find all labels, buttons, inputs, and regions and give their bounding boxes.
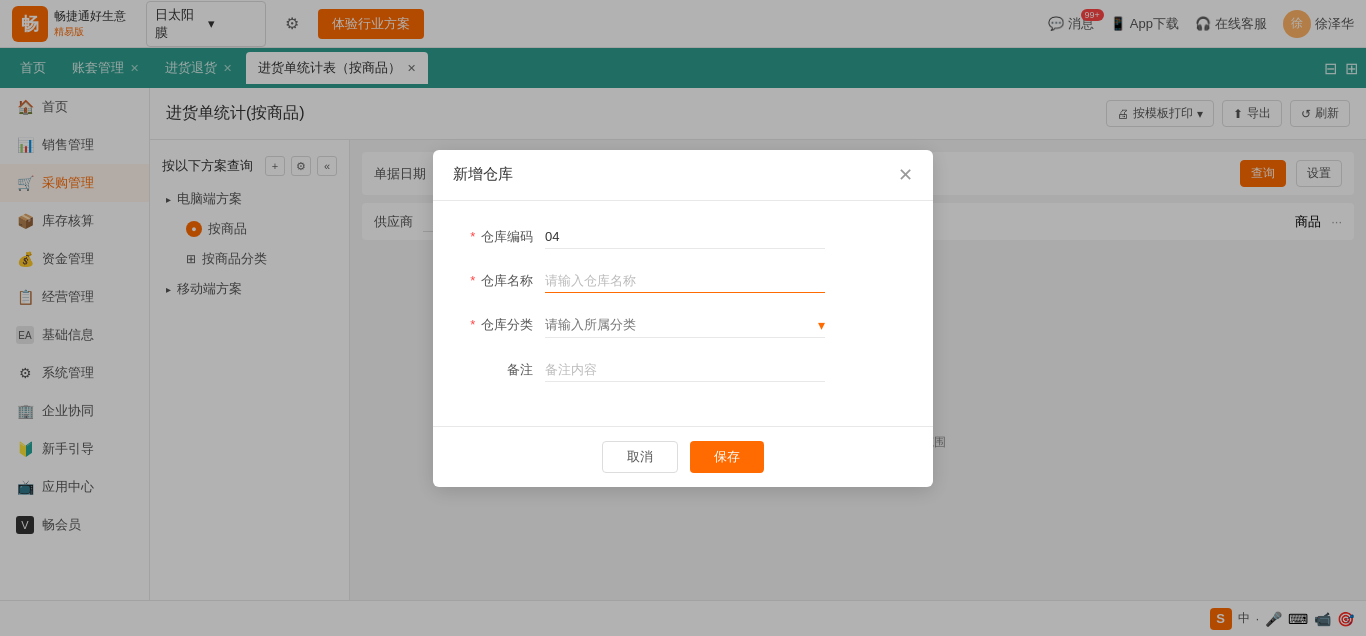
note-input[interactable]: [545, 358, 825, 382]
dialog-overlay: 新增仓库 ✕ * 仓库编码 * 仓库名称: [0, 0, 1366, 636]
dialog-title: 新增仓库: [453, 165, 513, 184]
cancel-button[interactable]: 取消: [602, 441, 678, 473]
note-label: 备注: [453, 361, 533, 379]
category-dropdown-icon[interactable]: ▾: [818, 317, 825, 333]
required-star-3: *: [470, 317, 475, 332]
dialog-close-button[interactable]: ✕: [898, 164, 913, 186]
category-input[interactable]: [545, 317, 818, 332]
save-button[interactable]: 保存: [690, 441, 764, 473]
code-input[interactable]: [545, 225, 825, 249]
add-warehouse-dialog: 新增仓库 ✕ * 仓库编码 * 仓库名称: [433, 150, 933, 487]
category-label: * 仓库分类: [453, 316, 533, 334]
name-input[interactable]: [545, 269, 825, 293]
category-select-container[interactable]: ▾: [545, 313, 825, 338]
dialog-header: 新增仓库 ✕: [433, 150, 933, 201]
required-star-2: *: [470, 273, 475, 288]
name-label: * 仓库名称: [453, 272, 533, 290]
form-row-category: * 仓库分类 ▾: [453, 313, 913, 338]
code-label: * 仓库编码: [453, 228, 533, 246]
form-row-name: * 仓库名称: [453, 269, 913, 293]
dialog-footer: 取消 保存: [433, 426, 933, 487]
form-row-code: * 仓库编码: [453, 225, 913, 249]
form-row-note: 备注: [453, 358, 913, 382]
dialog-body: * 仓库编码 * 仓库名称 * 仓库分类: [433, 201, 933, 426]
required-star: *: [470, 229, 475, 244]
